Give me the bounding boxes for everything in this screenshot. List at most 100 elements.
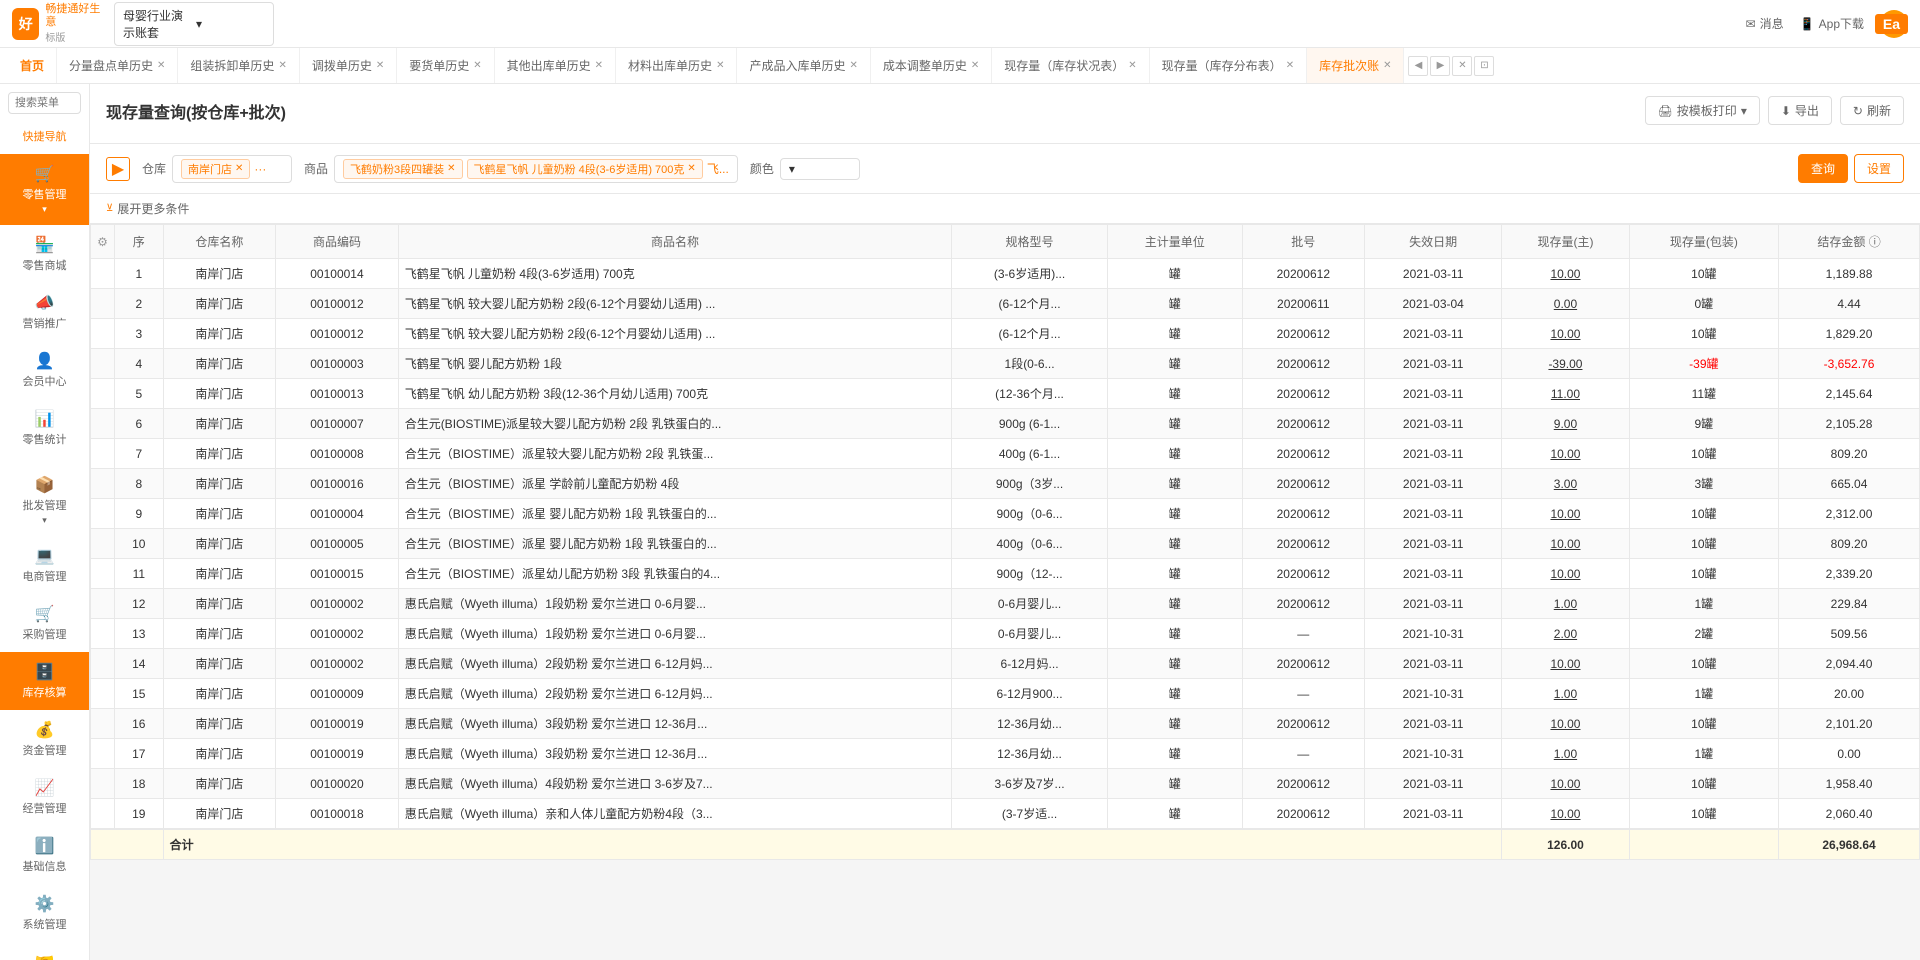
nav-tab-5[interactable]: 其他出库单历史 ✕ [495, 48, 616, 84]
sidebar-search-input[interactable] [8, 92, 81, 114]
tab-close-10[interactable]: ✕ [1286, 60, 1294, 71]
cell-stock-main-16[interactable]: 1.00 [1502, 739, 1629, 769]
cell-stock-main-14[interactable]: 1.00 [1502, 679, 1629, 709]
filter-tag-warehouse-close[interactable]: ✕ [235, 163, 243, 174]
filter-tag-product2-close[interactable]: ✕ [687, 163, 695, 174]
nav-more[interactable]: ⊡ [1474, 56, 1494, 76]
sidebar-item-finance[interactable]: 💰 资金管理 [0, 710, 89, 768]
filter-tag-product1-close[interactable]: ✕ [447, 163, 455, 174]
cell-code-2: 00100012 [276, 319, 398, 349]
cell-stock-main-7[interactable]: 3.00 [1502, 469, 1629, 499]
sidebar-item-wholesale[interactable]: 📦 批发管理 ▾ [0, 465, 89, 536]
cell-stock-main-0[interactable]: 10.00 [1502, 259, 1629, 289]
cell-code-5: 00100007 [276, 409, 398, 439]
cell-stock-main-3[interactable]: -39.00 [1502, 349, 1629, 379]
filter-color-box[interactable]: ▾ [780, 158, 860, 180]
cell-code-7: 00100016 [276, 469, 398, 499]
nav-tab-home[interactable]: 首页 [8, 48, 57, 84]
cell-batch-17: 20200612 [1242, 769, 1364, 799]
cell-num-15: 16 [115, 709, 164, 739]
sidebar-item-basic[interactable]: ℹ️ 基础信息 [0, 826, 89, 884]
message-btn[interactable]: ✉ 消息 [1746, 15, 1784, 32]
sidebar-item-retail-label: 零售管理 [23, 186, 67, 202]
cell-stock-main-15[interactable]: 10.00 [1502, 709, 1629, 739]
nav-next[interactable]: ▶ [1430, 56, 1450, 76]
tab-close-1[interactable]: ✕ [157, 60, 165, 71]
col-header-settings[interactable]: ⚙ [91, 225, 115, 259]
sidebar-item-purchase[interactable]: 🛒 采购管理 [0, 594, 89, 652]
cell-warehouse-9: 南岸门店 [163, 529, 276, 559]
sidebar-item-retail-shop-label: 零售商城 [23, 257, 67, 273]
sidebar-item-purchase-label: 采购管理 [23, 626, 67, 642]
cell-stock-main-17[interactable]: 10.00 [1502, 769, 1629, 799]
store-selector[interactable]: 母婴行业演示账套 ▾ [114, 2, 274, 46]
cell-unit-11: 罐 [1107, 589, 1242, 619]
search-btn[interactable]: 查询 [1798, 154, 1848, 183]
sidebar-item-enterprise[interactable]: 🤝 企业协同 [0, 942, 89, 960]
sidebar-item-inventory[interactable]: 🗄️ 库存核算 [0, 652, 89, 710]
sidebar-item-system[interactable]: ⚙️ 系统管理 [0, 884, 89, 942]
cell-num-10: 11 [115, 559, 164, 589]
app-download-btn[interactable]: 📱 App下载 [1800, 15, 1864, 32]
column-settings-icon[interactable]: ⚙ [97, 235, 108, 249]
nav-tab-2[interactable]: 组装拆卸单历史 ✕ [178, 48, 299, 84]
sidebar-item-retail-stat[interactable]: 📊 零售统计 [0, 399, 89, 457]
cell-stock-main-11[interactable]: 1.00 [1502, 589, 1629, 619]
nav-tab-8[interactable]: 成本调整单历史 ✕ [871, 48, 992, 84]
cell-stock-main-4[interactable]: 11.00 [1502, 379, 1629, 409]
cell-stock-main-8[interactable]: 10.00 [1502, 499, 1629, 529]
tab-close-6[interactable]: ✕ [716, 60, 724, 71]
cell-settings-5 [91, 409, 115, 439]
nav-prev[interactable]: ◀ [1408, 56, 1428, 76]
cell-stock-main-13[interactable]: 10.00 [1502, 649, 1629, 679]
cell-stock-main-2[interactable]: 10.00 [1502, 319, 1629, 349]
nav-close-all[interactable]: ✕ [1452, 56, 1472, 76]
sidebar-item-inventory-label: 库存核算 [23, 684, 67, 700]
cell-stock-main-12[interactable]: 2.00 [1502, 619, 1629, 649]
cell-batch-11: 20200612 [1242, 589, 1364, 619]
cell-stock-main-5[interactable]: 9.00 [1502, 409, 1629, 439]
cell-num-8: 9 [115, 499, 164, 529]
tab-close-7[interactable]: ✕ [849, 60, 857, 71]
sidebar-item-operations[interactable]: 📈 经营管理 [0, 768, 89, 826]
tab-close-8[interactable]: ✕ [971, 60, 979, 71]
settings-btn[interactable]: 设置 [1854, 154, 1904, 183]
cell-expire-12: 2021-10-31 [1365, 619, 1502, 649]
nav-tab-3[interactable]: 调拨单历史 ✕ [300, 48, 397, 84]
tab-close-3[interactable]: ✕ [376, 60, 384, 71]
filter-warehouse-box[interactable]: 南岸门店 ✕ ··· [172, 155, 292, 183]
cell-stock-main-18[interactable]: 10.00 [1502, 799, 1629, 830]
sidebar-item-ecommerce[interactable]: 💻 电商管理 [0, 536, 89, 594]
nav-tab-11[interactable]: 库存批次账 ✕ [1307, 48, 1404, 84]
tab-close-5[interactable]: ✕ [595, 60, 603, 71]
filter-expand-btn[interactable]: ▶ [106, 157, 130, 181]
cell-stock-main-9[interactable]: 10.00 [1502, 529, 1629, 559]
refresh-btn[interactable]: ↻ 刷新 [1840, 96, 1904, 125]
nav-tab-7[interactable]: 产成品入库单历史 ✕ [737, 48, 870, 84]
print-btn[interactable]: 🖨 按模板打印 ▾ [1645, 96, 1760, 125]
nav-tab-4[interactable]: 要货单历史 ✕ [397, 48, 494, 84]
cell-stock-pkg-17: 10罐 [1629, 769, 1778, 799]
cell-stock-main-10[interactable]: 10.00 [1502, 559, 1629, 589]
filter-product-box[interactable]: 飞鹤奶粉3段四罐装 ✕ 飞鹤星飞帆 儿童奶粉 4段(3-6岁适用) 700克 ✕… [334, 155, 738, 183]
cell-code-12: 00100002 [276, 619, 398, 649]
cell-unit-14: 罐 [1107, 679, 1242, 709]
tab-close-4[interactable]: ✕ [473, 60, 481, 71]
sidebar-item-retail[interactable]: 🛒 零售管理 ▾ [0, 154, 89, 225]
sidebar-item-retail-shop[interactable]: 🏪 零售商城 [0, 225, 89, 283]
sidebar-item-marketing[interactable]: 📣 营销推广 [0, 283, 89, 341]
nav-tab-10[interactable]: 现存量（库存分布表） ✕ [1150, 48, 1307, 84]
export-btn[interactable]: ⬇ 导出 [1768, 96, 1832, 125]
expand-more-btn[interactable]: ⊻ 展开更多条件 [90, 194, 1920, 224]
nav-tab-9[interactable]: 现存量（库存状况表） ✕ [992, 48, 1149, 84]
tab-close-9[interactable]: ✕ [1128, 60, 1136, 71]
nav-tab-6[interactable]: 材料出库单历史 ✕ [616, 48, 737, 84]
cell-num-18: 19 [115, 799, 164, 830]
tab-close-11[interactable]: ✕ [1383, 60, 1391, 71]
cell-batch-14: — [1242, 679, 1364, 709]
cell-stock-main-1[interactable]: 0.00 [1502, 289, 1629, 319]
nav-tab-1[interactable]: 分量盘点单历史 ✕ [57, 48, 178, 84]
tab-close-2[interactable]: ✕ [278, 60, 286, 71]
sidebar-item-member[interactable]: 👤 会员中心 [0, 341, 89, 399]
cell-stock-main-6[interactable]: 10.00 [1502, 439, 1629, 469]
